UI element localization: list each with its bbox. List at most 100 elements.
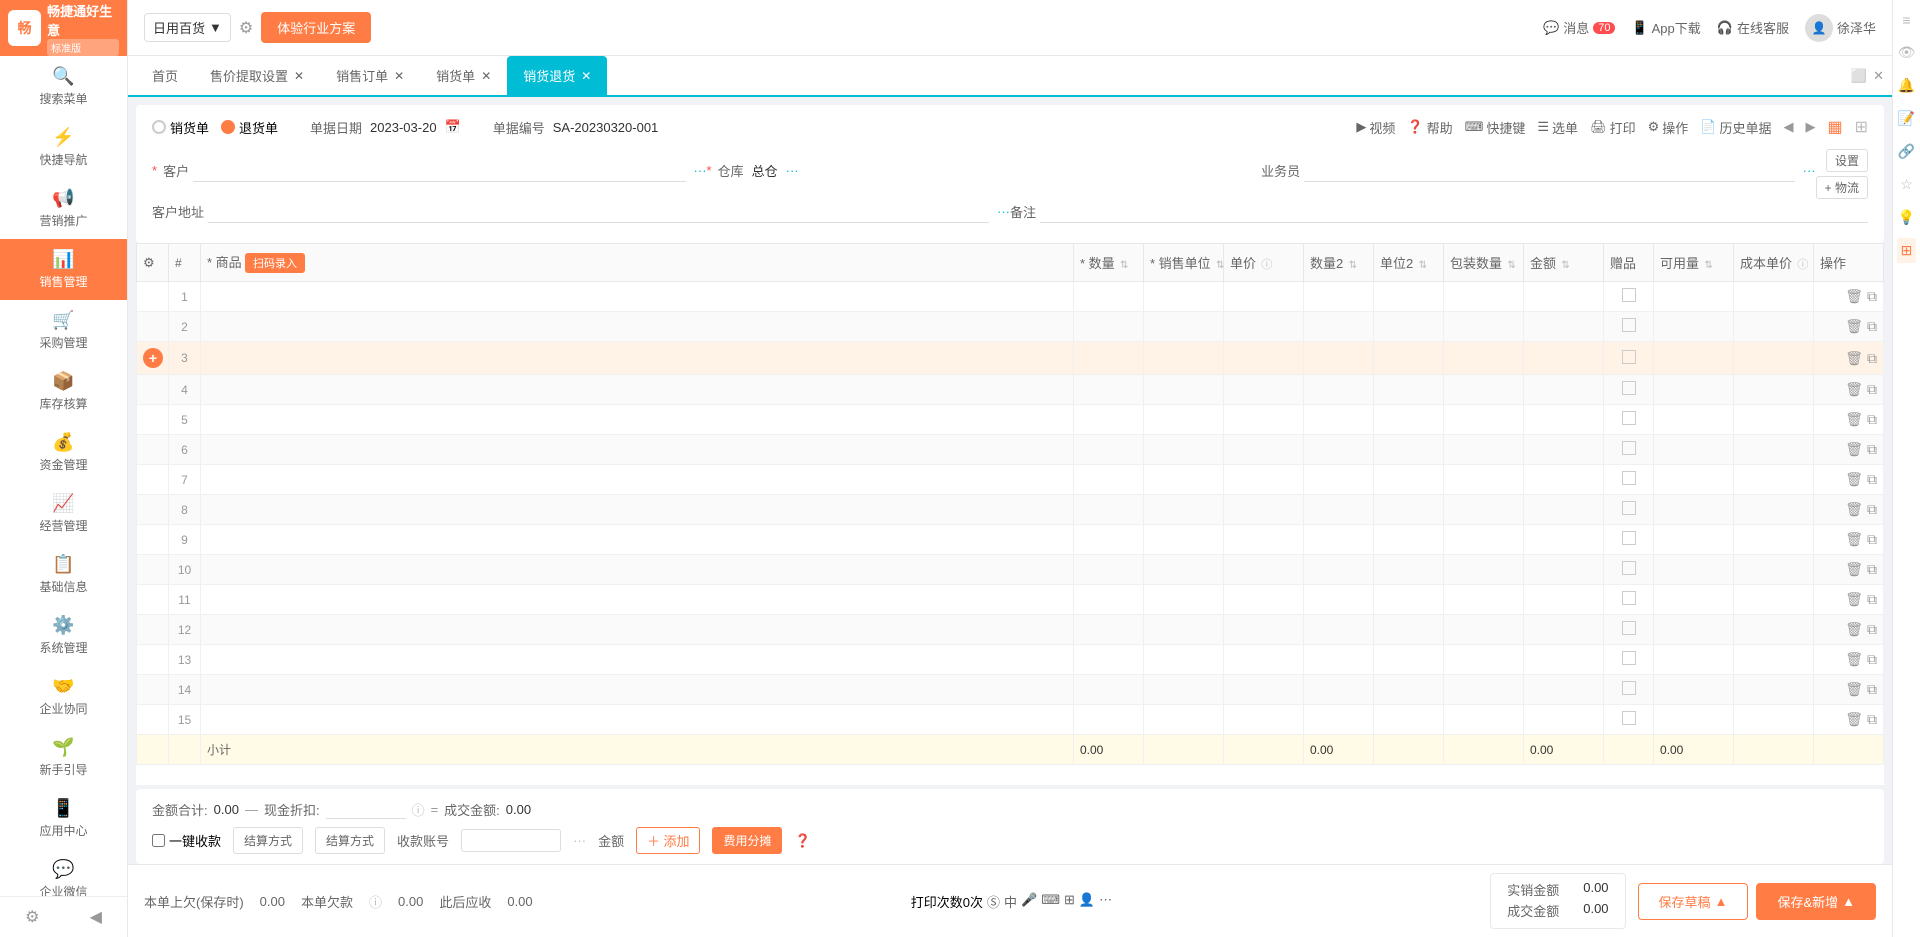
panel-icon-3[interactable]: 🔔 [1894, 73, 1919, 98]
sidebar-item-marketing[interactable]: 📢 营销推广 [0, 178, 127, 239]
customer-dots[interactable]: ··· [694, 163, 707, 178]
sidebar-item-purchase[interactable]: 🛒 采购管理 [0, 300, 127, 361]
cash-discount-input[interactable] [326, 799, 406, 819]
select-order-btn[interactable]: ☰ 选单 [1537, 118, 1578, 137]
row-unit2[interactable] [1374, 435, 1444, 465]
copy-row-icon[interactable]: ⧉ [1867, 621, 1877, 638]
tab-sales-order[interactable]: 销售订单 ✕ [320, 56, 420, 97]
row-pkg[interactable] [1444, 312, 1524, 342]
settings-button[interactable]: ⚙ [25, 907, 39, 927]
info-icon[interactable]: ⓘ [412, 800, 425, 819]
tab-price-setting[interactable]: 售价提取设置 ✕ [194, 56, 320, 97]
info-icon[interactable]: ⓘ [1261, 259, 1272, 271]
row-price[interactable] [1224, 375, 1304, 405]
gear-icon[interactable]: ⚙ [143, 255, 155, 270]
row-gift[interactable] [1604, 342, 1654, 375]
row-qty[interactable] [1074, 615, 1144, 645]
row-amount[interactable] [1524, 435, 1604, 465]
row-pkg[interactable] [1444, 375, 1524, 405]
row-cost[interactable] [1734, 405, 1814, 435]
row-price[interactable] [1224, 435, 1304, 465]
row-available[interactable] [1654, 495, 1734, 525]
row-unit[interactable] [1144, 375, 1224, 405]
panel-icon-5[interactable]: 🔗 [1894, 139, 1919, 164]
delete-row-icon[interactable]: 🗑 [1845, 621, 1863, 638]
row-gift[interactable] [1604, 465, 1654, 495]
delete-row-icon[interactable]: 🗑 [1845, 471, 1863, 488]
row-available[interactable] [1654, 525, 1734, 555]
history-btn[interactable]: 📄 历史单据 [1700, 118, 1771, 137]
gift-checkbox[interactable] [1622, 471, 1636, 485]
row-gift[interactable] [1604, 645, 1654, 675]
delete-row-icon[interactable]: 🗑 [1845, 501, 1863, 518]
row-cost[interactable] [1734, 312, 1814, 342]
account-dots[interactable]: ··· [573, 833, 586, 848]
payment-method-btn[interactable]: 结算方式 [233, 827, 303, 854]
sidebar-item-newguide[interactable]: 🌱 新手引导 [0, 727, 127, 788]
row-cost[interactable] [1734, 342, 1814, 375]
sidebar-item-system[interactable]: ⚙️ 系统管理 [0, 605, 127, 666]
panel-icon-8[interactable]: ⊞ [1897, 238, 1917, 263]
row-cost[interactable] [1734, 495, 1814, 525]
row-available[interactable] [1654, 312, 1734, 342]
row-unit2[interactable] [1374, 555, 1444, 585]
maximize-icon[interactable]: ⬜ [1851, 68, 1867, 84]
grid-view-icon[interactable]: ⊞ [1855, 117, 1868, 137]
row-product[interactable] [201, 585, 1074, 615]
row-price[interactable] [1224, 342, 1304, 375]
row-pkg[interactable] [1444, 342, 1524, 375]
panel-icon-1[interactable]: ≡ [1898, 8, 1914, 32]
add-row-btn[interactable]: + [143, 348, 163, 368]
row-qty[interactable] [1074, 405, 1144, 435]
row-available[interactable] [1654, 282, 1734, 312]
gift-checkbox[interactable] [1622, 561, 1636, 575]
row-gift[interactable] [1604, 375, 1654, 405]
row-unit2[interactable] [1374, 495, 1444, 525]
gift-checkbox[interactable] [1622, 381, 1636, 395]
row-price[interactable] [1224, 645, 1304, 675]
row-pkg[interactable] [1444, 645, 1524, 675]
trial-btn[interactable]: 体验行业方案 [261, 12, 371, 43]
row-unit[interactable] [1144, 312, 1224, 342]
calendar-icon[interactable]: 📅 [445, 119, 461, 135]
row-product[interactable] [201, 282, 1074, 312]
row-gift[interactable] [1604, 705, 1654, 735]
save-new-button[interactable]: 保存&新增 ▲ [1756, 883, 1876, 920]
panel-icon-7[interactable]: 💡 [1894, 205, 1919, 230]
row-qty[interactable] [1074, 465, 1144, 495]
row-qty[interactable] [1074, 435, 1144, 465]
row-pkg[interactable] [1444, 525, 1524, 555]
account-input[interactable] [461, 829, 561, 852]
row-unit[interactable] [1144, 705, 1224, 735]
sidebar-item-quicknav[interactable]: ⚡ 快捷导航 [0, 117, 127, 178]
copy-row-icon[interactable]: ⧉ [1867, 561, 1877, 578]
delete-row-icon[interactable]: 🗑 [1845, 591, 1863, 608]
row-gift[interactable] [1604, 615, 1654, 645]
row-product[interactable] [201, 495, 1074, 525]
row-unit[interactable] [1144, 585, 1224, 615]
panel-icon-2[interactable]: 👁 [1894, 40, 1920, 65]
radio-sale[interactable]: 销货单 [152, 118, 209, 137]
row-amount[interactable] [1524, 585, 1604, 615]
copy-row-icon[interactable]: ⧉ [1867, 350, 1877, 367]
row-available[interactable] [1654, 342, 1734, 375]
sort-icon[interactable]: ⇅ [1419, 260, 1427, 271]
copy-row-icon[interactable]: ⧉ [1867, 441, 1877, 458]
row-unit2[interactable] [1374, 342, 1444, 375]
row-amount[interactable] [1524, 615, 1604, 645]
sidebar-item-search[interactable]: 🔍 搜索菜单 [0, 56, 127, 117]
row-unit[interactable] [1144, 282, 1224, 312]
row-qty2[interactable] [1304, 342, 1374, 375]
row-unit[interactable] [1144, 615, 1224, 645]
copy-row-icon[interactable]: ⧉ [1867, 681, 1877, 698]
row-qty2[interactable] [1304, 282, 1374, 312]
row-cost[interactable] [1734, 555, 1814, 585]
copy-row-icon[interactable]: ⧉ [1867, 318, 1877, 335]
row-pkg[interactable] [1444, 555, 1524, 585]
row-pkg[interactable] [1444, 615, 1524, 645]
row-amount[interactable] [1524, 645, 1604, 675]
tab-close-icon[interactable]: ✕ [581, 69, 591, 83]
copy-row-icon[interactable]: ⧉ [1867, 381, 1877, 398]
sidebar-item-sales[interactable]: 📊 销售管理 [0, 239, 127, 300]
row-qty2[interactable] [1304, 585, 1374, 615]
